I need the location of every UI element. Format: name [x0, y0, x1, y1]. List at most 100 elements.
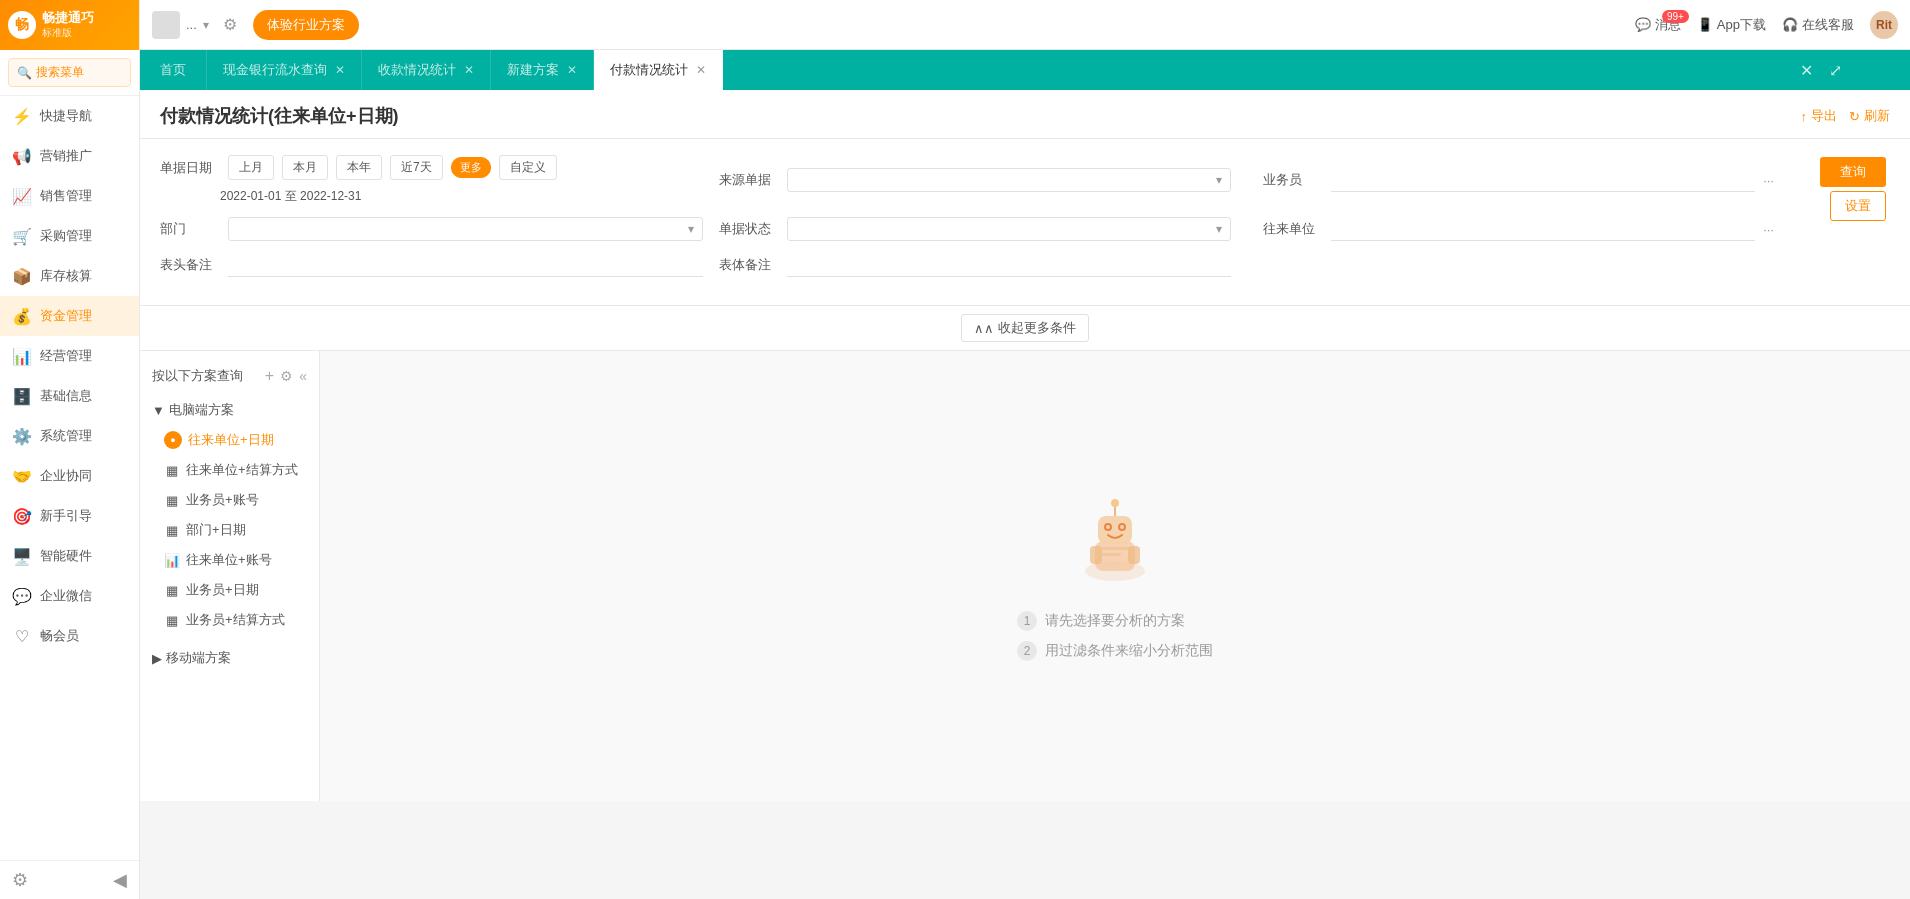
topbar-gear-icon[interactable]: ⚙ [223, 15, 237, 34]
svg-point-10 [1111, 499, 1119, 507]
body-note-input[interactable] [787, 253, 1230, 277]
date-this-year[interactable]: 本年 [336, 155, 382, 180]
marketing-icon: 📢 [12, 146, 32, 166]
topbar: ... ▾ ⚙ 体验行业方案 💬 消息 99+ 📱 App下载 🎧 在线客服 R… [140, 0, 1910, 50]
date-range-display: 2022-01-01 至 2022-12-31 [160, 188, 361, 205]
dept-select[interactable]: ▾ [228, 217, 703, 241]
nav-label: 企业微信 [40, 587, 92, 605]
export-button[interactable]: ↑ 导出 [1801, 107, 1838, 125]
filter-status-cell: 单据状态 ▾ [703, 217, 1246, 241]
mobile-group-header[interactable]: ▶ 移动端方案 [140, 643, 319, 673]
logo-sub: 标准版 [42, 26, 94, 40]
enterprise-icon: 🤝 [12, 466, 32, 486]
scheme-item-4[interactable]: 📊 往来单位+账号 [140, 545, 319, 575]
online-service-button[interactable]: 🎧 在线客服 [1782, 16, 1854, 34]
tab-collection-close[interactable]: ✕ [464, 63, 474, 77]
sidebar-item-basic[interactable]: 🗄️ 基础信息 [0, 376, 139, 416]
scheme-item-2[interactable]: ▦ 业务员+账号 [140, 485, 319, 515]
collapse-sidebar-button[interactable]: ◀ [113, 869, 127, 891]
filter-row-1: 单据日期 上月 本月 本年 近7天 更多 自定义 2022-01-01 至 20… [160, 155, 1890, 289]
sidebar-item-quick-nav[interactable]: ⚡ 快捷导航 [0, 96, 139, 136]
status-arrow-icon: ▾ [1216, 222, 1222, 236]
mobile-schemes-group: ▶ 移动端方案 [140, 643, 319, 673]
close-window-button[interactable]: ✕ [1792, 61, 1821, 80]
date-more[interactable]: 更多 [451, 157, 491, 178]
source-label: 来源单据 [719, 171, 779, 189]
sidebar-search[interactable]: 🔍 搜索菜单 [0, 50, 139, 96]
salesman-input[interactable] [1331, 168, 1755, 192]
status-select[interactable]: ▾ [787, 217, 1230, 241]
filter-dept-cell: 部门 ▾ [160, 217, 703, 241]
date-7days[interactable]: 近7天 [390, 155, 443, 180]
sidebar-item-marketing[interactable]: 📢 营销推广 [0, 136, 139, 176]
sidebar-item-inventory[interactable]: 📦 库存核算 [0, 256, 139, 296]
app-download-button[interactable]: 📱 App下载 [1697, 16, 1766, 34]
expand-window-button[interactable]: ⤢ [1821, 61, 1850, 80]
collapse-label: 收起更多条件 [998, 319, 1076, 337]
nav-label: 新手引导 [40, 507, 92, 525]
filter-main-rows: 单据日期 上月 本月 本年 近7天 更多 自定义 2022-01-01 至 20… [160, 155, 1790, 289]
sidebar-item-guide[interactable]: 🎯 新手引导 [0, 496, 139, 536]
tab-bank-close[interactable]: ✕ [335, 63, 345, 77]
hardware-icon: 🖥️ [12, 546, 32, 566]
sidebar-item-enterprise[interactable]: 🤝 企业协同 [0, 456, 139, 496]
group-expand-icon: ▼ [152, 403, 165, 418]
refresh-button[interactable]: ↻ 刷新 [1849, 107, 1890, 125]
filter-grid-row2: 部门 ▾ 单据状态 ▾ [160, 217, 1790, 241]
refresh-label: 刷新 [1864, 107, 1890, 125]
sidebar-item-system[interactable]: ⚙️ 系统管理 [0, 416, 139, 456]
company-selector[interactable]: ... ▾ [152, 11, 209, 39]
filter-panel: 单据日期 上月 本月 本年 近7天 更多 自定义 2022-01-01 至 20… [140, 139, 1910, 306]
sidebar-item-finance[interactable]: 💰 资金管理 [0, 296, 139, 336]
svg-point-8 [1120, 525, 1124, 529]
source-select[interactable]: ▾ [787, 168, 1230, 192]
scheme-item-0[interactable]: ● 往来单位+日期 [140, 425, 319, 455]
tip-text-1: 请先选择要分析的方案 [1045, 612, 1185, 630]
collapse-panel-button[interactable]: « [299, 368, 307, 384]
query-button[interactable]: 查询 [1820, 157, 1886, 187]
scheme-item-5[interactable]: ▦ 业务员+日期 [140, 575, 319, 605]
sidebar-item-sales[interactable]: 📈 销售管理 [0, 176, 139, 216]
logo-text-group: 畅捷通巧 标准版 [42, 10, 94, 40]
sidebar-item-purchase[interactable]: 🛒 采购管理 [0, 216, 139, 256]
tab-payment-close[interactable]: ✕ [696, 63, 706, 77]
tab-new-scheme[interactable]: 新建方案 ✕ [491, 50, 594, 90]
tab-collection[interactable]: 收款情况统计 ✕ [362, 50, 491, 90]
counterpart-more-icon[interactable]: ··· [1763, 222, 1774, 237]
counterpart-input[interactable] [1331, 217, 1755, 241]
sidebar-item-vip[interactable]: ♡ 畅会员 [0, 616, 139, 656]
sidebar-item-operation[interactable]: 📊 经营管理 [0, 336, 139, 376]
date-this-month[interactable]: 本月 [282, 155, 328, 180]
header-note-input[interactable] [228, 253, 703, 277]
company-dropdown-icon[interactable]: ▾ [203, 18, 209, 32]
scheme-settings-button[interactable]: ⚙ [280, 368, 293, 384]
salesman-more-icon[interactable]: ··· [1763, 173, 1774, 188]
body-note-label: 表体备注 [719, 256, 779, 274]
tab-bank[interactable]: 现金银行流水查询 ✕ [207, 50, 362, 90]
scheme-item-6[interactable]: ▦ 业务员+结算方式 [140, 605, 319, 635]
sidebar-item-hardware[interactable]: 🖥️ 智能硬件 [0, 536, 139, 576]
user-avatar[interactable]: Rit [1870, 11, 1898, 39]
tab-new-scheme-close[interactable]: ✕ [567, 63, 577, 77]
header-note-label: 表头备注 [160, 256, 220, 274]
date-custom[interactable]: 自定义 [499, 155, 557, 180]
trial-button[interactable]: 体验行业方案 [253, 10, 359, 40]
notice-button[interactable]: 💬 消息 99+ [1635, 16, 1681, 34]
tab-home[interactable]: 首页 [140, 50, 207, 90]
search-menu-button[interactable]: 🔍 搜索菜单 [8, 58, 131, 87]
operation-icon: 📊 [12, 346, 32, 366]
scheme-item-1[interactable]: ▦ 往来单位+结算方式 [140, 455, 319, 485]
collapse-more-button[interactable]: ∧∧ 收起更多条件 [961, 314, 1089, 342]
add-scheme-button[interactable]: + [265, 367, 274, 385]
date-last-month[interactable]: 上月 [228, 155, 274, 180]
settings-footer-button[interactable]: ⚙ [12, 869, 28, 891]
robot-svg [1065, 491, 1165, 591]
pc-group-header[interactable]: ▼ 电脑端方案 [140, 395, 319, 425]
scheme-item-3[interactable]: ▦ 部门+日期 [140, 515, 319, 545]
tab-payment[interactable]: 付款情况统计 ✕ [594, 50, 723, 90]
sidebar-item-wechat[interactable]: 💬 企业微信 [0, 576, 139, 616]
page-header-actions: ↑ 导出 ↻ 刷新 [1801, 107, 1891, 125]
table-icon-1: ▦ [164, 462, 180, 478]
filter-actions: 查询 设置 [1790, 155, 1890, 221]
setting-button[interactable]: 设置 [1830, 191, 1886, 221]
